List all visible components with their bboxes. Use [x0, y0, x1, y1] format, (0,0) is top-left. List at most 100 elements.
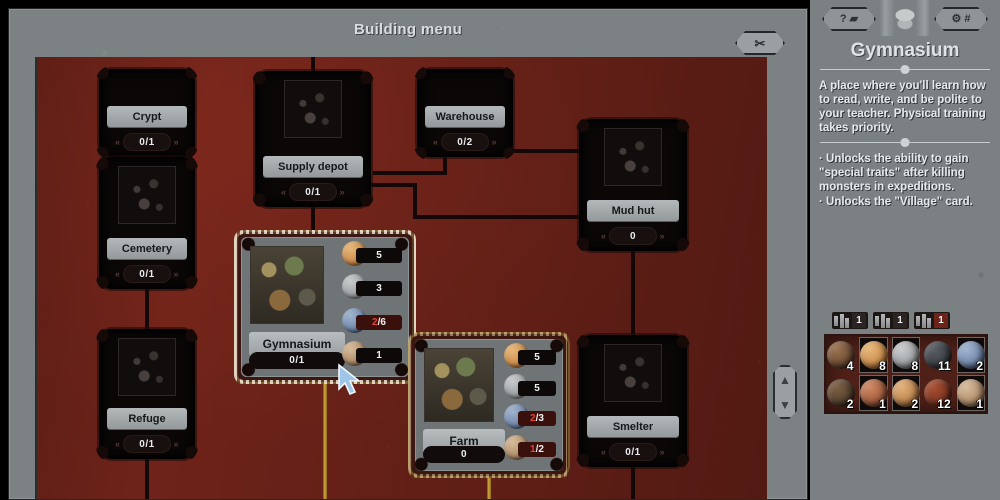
cost-row: 3 [342, 274, 402, 303]
building-counter: 0 [601, 228, 665, 244]
gears-icon: ⚙ [951, 12, 962, 25]
cost-row: 2/6 [342, 307, 402, 337]
cost-value: 5 [518, 380, 556, 396]
cost-row: 2/3 [504, 404, 556, 433]
effect-item: · Unlocks the ability to gain "special t… [819, 153, 969, 194]
status-badge[interactable]: 1 [914, 312, 950, 329]
building-counter: 0/2 [433, 134, 497, 150]
game-screen: Building menu ✂ Crypt « 0/1 » Warehouse … [0, 0, 1000, 500]
resource-cell[interactable]: 11 [924, 337, 953, 373]
resource-cell[interactable]: 8 [891, 337, 921, 373]
skull-emblem [872, 0, 938, 36]
building-card-cemetery[interactable]: Cemetery 0/1 [96, 154, 198, 292]
chevron-down-icon[interactable]: ▼ [779, 399, 791, 411]
close-button[interactable]: ✂ [735, 31, 785, 55]
building-card-smelter[interactable]: Smelter 0/1 [576, 332, 690, 470]
settings-button[interactable]: ⚙ # [934, 7, 988, 31]
building-counter: 0/1 [601, 444, 665, 460]
building-card-mud-hut[interactable]: Mud hut 0 [576, 116, 690, 254]
board-scroll-control[interactable]: ▲ ▼ [773, 365, 797, 419]
building-card-warehouse[interactable]: Warehouse 0/2 [414, 66, 516, 160]
chevron-up-icon[interactable]: ▲ [779, 374, 791, 386]
cost-need: /3 [535, 413, 544, 425]
building-menu-window: Building menu ✂ Crypt « 0/1 » Warehouse … [8, 8, 808, 500]
building-card-crypt[interactable]: Crypt 0/1 [96, 66, 198, 160]
window-titlebar: Building menu ✂ [9, 9, 807, 57]
building-card-supply-depot[interactable]: Supply depot 0/1 [252, 68, 374, 210]
building-thumbnail [118, 338, 176, 396]
resource-cell[interactable]: 12 [924, 375, 953, 411]
resource-value: 2 [846, 397, 854, 411]
building-card-gymnasium[interactable]: Gymnasium 0/1 5 3 2/6 1 [234, 230, 416, 384]
status-badge[interactable]: 1 [832, 312, 868, 329]
building-name: Refuge [107, 408, 187, 429]
cost-row: 5 [504, 373, 556, 403]
wire-refuge-down [145, 453, 149, 499]
beast-codex-icon: ? [839, 12, 847, 25]
status-badges: 1 1 1 [832, 312, 950, 329]
detail-effects: · Unlocks the ability to gain "special t… [810, 152, 1000, 209]
building-thumbnail [604, 128, 662, 186]
effect-item: · Unlocks the "Village" card. [819, 196, 973, 209]
badge-value: 1 [852, 313, 866, 328]
resource-cell[interactable]: 1 [956, 375, 986, 411]
badge-value: 1 [934, 313, 948, 328]
building-counter: 0 [423, 446, 505, 463]
scissors-icon: ✂ [754, 35, 766, 51]
cost-row: 1/2 [504, 434, 556, 464]
page-title: Building menu [353, 21, 463, 38]
wire-depot-right-down [413, 183, 417, 219]
resource-cell[interactable]: 8 [859, 337, 888, 373]
cost-list: 5 5 2/3 1/2 [504, 343, 556, 464]
cost-value: 2/3 [518, 411, 556, 427]
building-name: Warehouse [425, 106, 505, 127]
wire-gymnasium-down [323, 375, 327, 499]
cost-row: 5 [504, 343, 556, 372]
resource-cell[interactable]: 4 [827, 337, 856, 373]
grid-icon: # [964, 12, 971, 25]
building-card-refuge[interactable]: Refuge 0/1 [96, 326, 198, 462]
resource-value: 4 [846, 359, 854, 373]
badge-value: 1 [893, 313, 907, 328]
ornament-divider-bottom [820, 138, 990, 148]
resource-row: 4 8 8 11 2 [827, 337, 986, 373]
building-counter: 0/1 [115, 436, 179, 452]
building-counter: 0/1 [115, 266, 179, 282]
cost-need: /6 [377, 316, 386, 328]
resource-cell[interactable]: 1 [859, 375, 888, 411]
wire-farm-down [487, 467, 491, 499]
building-counter: 0/1 [281, 184, 345, 200]
resource-inventory[interactable]: 4 8 8 11 2 2 1 2 12 1 [824, 334, 988, 414]
cost-row: 5 [342, 241, 402, 270]
cost-row: 1 [342, 340, 402, 370]
detail-description: A place where you'll learn how to read, … [819, 80, 986, 135]
resource-value: 8 [911, 359, 919, 373]
banner-icon [875, 313, 890, 328]
building-name: Crypt [107, 106, 187, 127]
resource-cell[interactable]: 2 [956, 337, 986, 373]
building-card-farm[interactable]: Farm 0 5 5 2/3 1 /2 [408, 332, 570, 478]
building-name: Smelter [587, 416, 679, 437]
building-icon [916, 313, 931, 328]
cost-need: /2 [535, 443, 544, 455]
resource-value: 1 [879, 397, 886, 411]
building-name: Supply depot [263, 156, 363, 177]
wire-mudhut-left [413, 215, 583, 219]
building-tree-board[interactable]: Crypt 0/1 Warehouse 0/2 Supply depot 0/1 [35, 57, 767, 499]
cost-list: 5 3 2/6 1 [342, 241, 402, 370]
detail-title: Gymnasium [850, 40, 960, 61]
resource-cell[interactable]: 2 [891, 375, 921, 411]
resource-value: 8 [879, 359, 886, 373]
status-badge[interactable]: 1 [873, 312, 909, 329]
resource-cell[interactable]: 2 [827, 375, 856, 411]
ornament-divider-top [820, 65, 990, 74]
cost-value: 5 [356, 248, 402, 263]
resource-value: 11 [937, 359, 951, 373]
bestiary-button[interactable]: ? ▰ [822, 7, 876, 31]
sidebar-header: ? ▰ ⚙ # [810, 0, 1000, 36]
cost-value: 1 [356, 347, 402, 363]
building-thumbnail [118, 166, 176, 224]
building-thumbnail [284, 80, 342, 138]
resource-value: 12 [937, 397, 951, 411]
building-name: Mud hut [587, 200, 679, 221]
